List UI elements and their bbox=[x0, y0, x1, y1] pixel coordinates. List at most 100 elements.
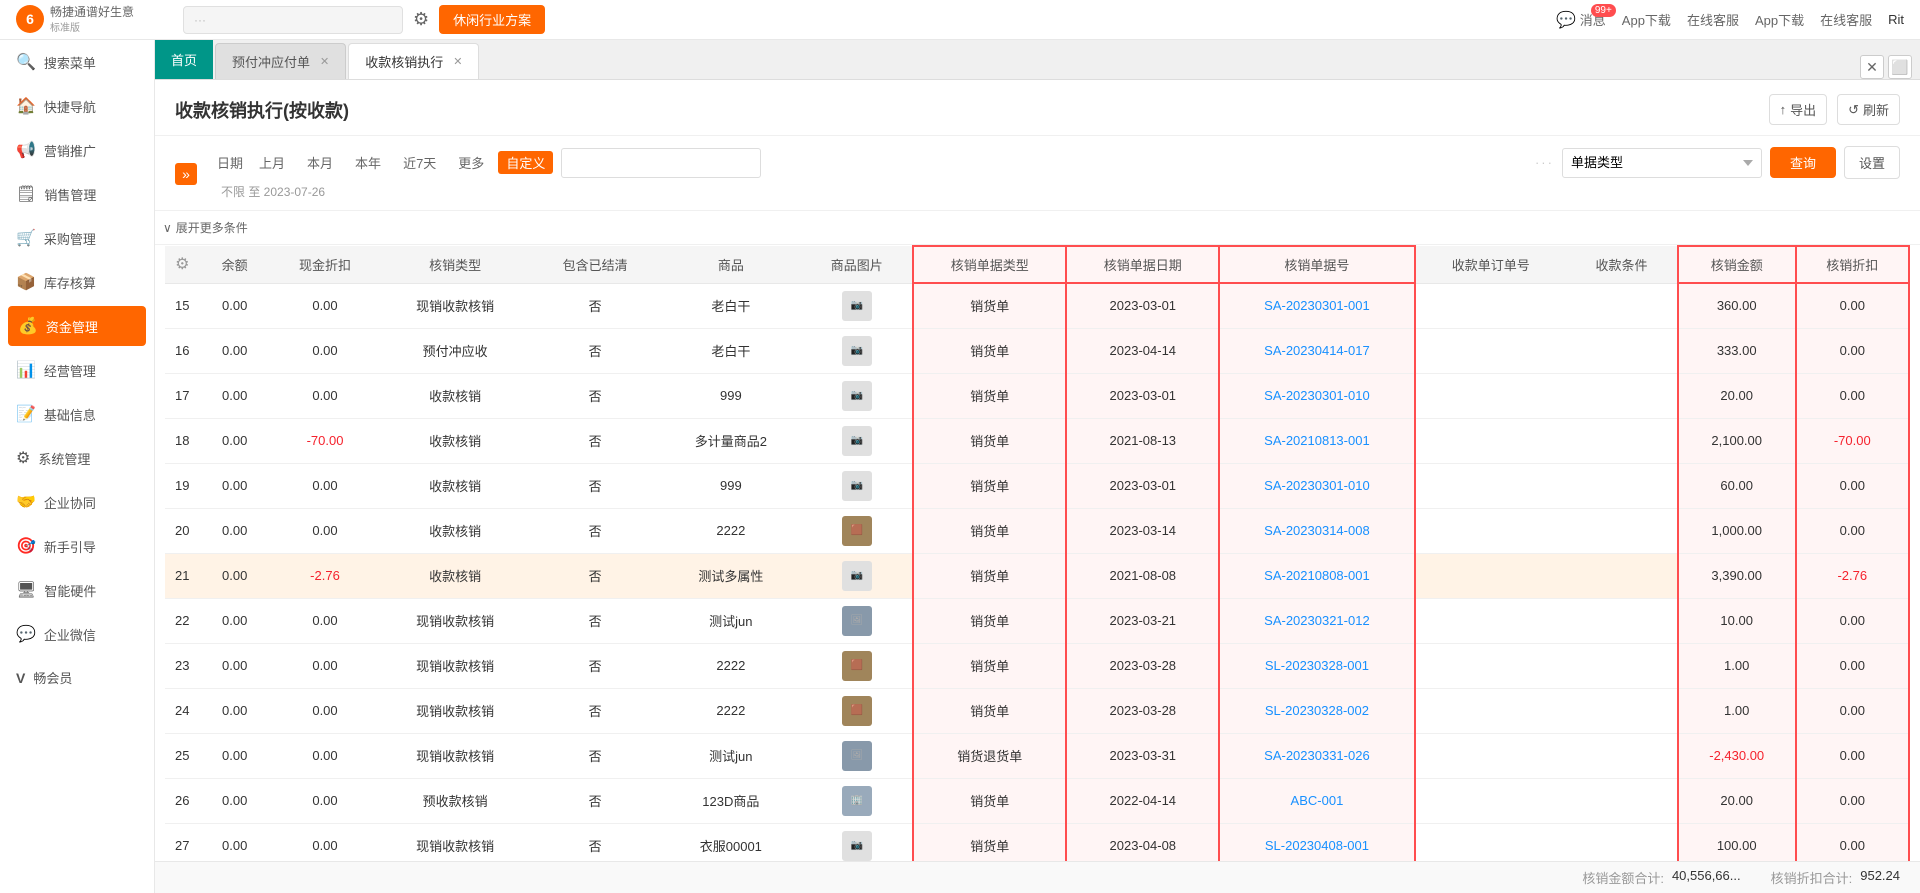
date-tag-custom[interactable]: 自定义 bbox=[498, 151, 553, 174]
th-cancel-type: 核销类型 bbox=[380, 246, 530, 283]
tab-prepay[interactable]: 预付冲应付单 ✕ bbox=[215, 43, 346, 79]
column-settings-icon[interactable]: ⚙ bbox=[175, 256, 189, 273]
industry-btn[interactable]: 休闲行业方案 bbox=[439, 5, 545, 34]
total-discount-label: 核销折扣合计: bbox=[1771, 868, 1853, 887]
date-tag-this-month[interactable]: 本月 bbox=[299, 151, 341, 174]
sidebar-item-finance[interactable]: 💰 资金管理 bbox=[8, 306, 146, 346]
cancel-number-link[interactable]: SL-20230328-002 bbox=[1265, 703, 1369, 718]
sidebar-item-purchase[interactable]: 🛒 采购管理 bbox=[0, 216, 154, 260]
cancel-amount-cell: 10.00 bbox=[1678, 598, 1796, 643]
goods-cell: 老白干 bbox=[660, 283, 801, 328]
close-tab-btn[interactable]: ✕ bbox=[1860, 55, 1884, 79]
cancel-type-cell: 收款核销 bbox=[380, 373, 530, 418]
sidebar-label-wechat: 企业微信 bbox=[44, 625, 96, 644]
page-content: 收款核销执行(按收款) ↑ 导出 ↺ 刷新 » bbox=[155, 80, 1920, 893]
export-btn[interactable]: ↑ 导出 bbox=[1769, 94, 1828, 125]
cancel-number-link[interactable]: SA-20230314-008 bbox=[1264, 523, 1370, 538]
cancel-number-link[interactable]: ABC-001 bbox=[1291, 793, 1344, 808]
cancel-voucher-type-cell: 销货单 bbox=[913, 688, 1066, 733]
refresh-btn[interactable]: ↺ 刷新 bbox=[1837, 94, 1900, 125]
tab-prepay-close[interactable]: ✕ bbox=[320, 55, 329, 68]
sidebar-item-operations[interactable]: 📊 经营管理 bbox=[0, 348, 154, 392]
sidebar-item-search[interactable]: 🔍 搜索菜单 bbox=[0, 40, 154, 84]
search-placeholder-text: ··· bbox=[194, 13, 206, 27]
th-cash-discount: 现金折扣 bbox=[270, 246, 380, 283]
sidebar-item-hardware[interactable]: 🖥 智能硬件 bbox=[0, 568, 154, 612]
cancel-date-cell: 2023-04-14 bbox=[1066, 328, 1219, 373]
maximize-tab-btn[interactable]: ⬜ bbox=[1888, 55, 1912, 79]
date-tag-last-month[interactable]: 上月 bbox=[251, 151, 293, 174]
sidebar-item-basic[interactable]: 📝 基础信息 bbox=[0, 392, 154, 436]
app-download-link[interactable]: App下载 bbox=[1622, 10, 1671, 29]
cancel-number-link[interactable]: SL-20230408-001 bbox=[1265, 838, 1369, 853]
cancel-discount-cell: 0.00 bbox=[1796, 463, 1909, 508]
expand-icon: ∨ bbox=[163, 221, 172, 235]
cancel-voucher-type-cell: 销货单 bbox=[913, 418, 1066, 463]
sidebar-item-marketing[interactable]: 📢 营销推广 bbox=[0, 128, 154, 172]
online-service-link[interactable]: 在线客服 bbox=[1687, 10, 1739, 29]
sidebar-collapse-btn[interactable]: » bbox=[175, 163, 197, 185]
expand-row: ∨ 展开更多条件 bbox=[155, 211, 1920, 245]
tab-bar: 首页 预付冲应付单 ✕ 收款核销执行 ✕ ✕ ⬜ bbox=[155, 40, 1920, 80]
online-service-text[interactable]: 在线客服 bbox=[1820, 10, 1872, 29]
cancel-number-cell: SA-20230301-010 bbox=[1219, 463, 1414, 508]
sidebar-item-wechat[interactable]: 💬 企业微信 bbox=[0, 612, 154, 656]
table-row: 180.00-70.00收款核销否多计量商品2📷销货单2021-08-13SA-… bbox=[165, 418, 1909, 463]
table-cell: 0.00 bbox=[199, 553, 269, 598]
sidebar-label-system: 系统管理 bbox=[38, 449, 90, 468]
cancel-number-link[interactable]: SA-20230301-001 bbox=[1264, 298, 1370, 313]
table-cell: 0.00 bbox=[199, 598, 269, 643]
cancel-number-link[interactable]: SA-20230331-026 bbox=[1264, 748, 1370, 763]
sidebar-item-system[interactable]: ⚙ 系统管理 bbox=[0, 436, 154, 480]
cancel-number-link[interactable]: SA-20210808-001 bbox=[1264, 568, 1370, 583]
sidebar-item-guide[interactable]: 🎯 新手引导 bbox=[0, 524, 154, 568]
cancel-discount-cell: 0.00 bbox=[1796, 508, 1909, 553]
goods-image-cell: 🟫 bbox=[801, 688, 913, 733]
date-tag-7days[interactable]: 近7天 bbox=[395, 151, 444, 174]
cash-discount-cell: 0.00 bbox=[270, 823, 380, 861]
main-content: 首页 预付冲应付单 ✕ 收款核销执行 ✕ ✕ ⬜ 收款核销执行(按收款) bbox=[155, 40, 1920, 893]
date-tag-more[interactable]: 更多 bbox=[450, 151, 492, 174]
app-download-text[interactable]: App下载 bbox=[1755, 10, 1804, 29]
sidebar-item-sales[interactable]: 🗒 销售管理 bbox=[0, 172, 154, 216]
cancel-number-link[interactable]: SA-20230321-012 bbox=[1264, 613, 1370, 628]
table-row: 210.00-2.76收款核销否测试多属性📷销货单2021-08-08SA-20… bbox=[165, 553, 1909, 598]
sidebar-label-inventory: 库存核算 bbox=[44, 273, 96, 292]
sidebar-item-vip[interactable]: V 畅会员 bbox=[0, 656, 154, 699]
cancel-number-link[interactable]: SA-20230414-017 bbox=[1264, 343, 1370, 358]
inventory-icon: 📦 bbox=[16, 272, 36, 292]
sidebar-label-guide: 新手引导 bbox=[44, 537, 96, 556]
th-settings[interactable]: ⚙ bbox=[165, 246, 199, 283]
voucher-type-select[interactable]: 单据类型 bbox=[1562, 148, 1762, 178]
hardware-icon: 🖥 bbox=[16, 580, 36, 600]
cancel-number-link[interactable]: SL-20230328-001 bbox=[1265, 658, 1369, 673]
cancel-number-link[interactable]: SA-20230301-010 bbox=[1264, 478, 1370, 493]
cancel-type-cell: 现销收款核销 bbox=[380, 823, 530, 861]
goods-cell: 测试jun bbox=[660, 598, 801, 643]
cancel-amount-cell: 20.00 bbox=[1678, 778, 1796, 823]
goods-cell: 2222 bbox=[660, 643, 801, 688]
tab-cancel[interactable]: 收款核销执行 ✕ bbox=[348, 43, 479, 79]
cancel-amount-cell: 333.00 bbox=[1678, 328, 1796, 373]
tab-home[interactable]: 首页 bbox=[155, 40, 213, 79]
table-cell: 0.00 bbox=[199, 643, 269, 688]
settings-icon[interactable]: ⚙ bbox=[413, 9, 429, 30]
cancel-number-link[interactable]: SA-20210813-001 bbox=[1264, 433, 1370, 448]
sidebar-item-nav[interactable]: 🏠 快捷导航 bbox=[0, 84, 154, 128]
settings-query-btn[interactable]: 设置 bbox=[1844, 146, 1900, 179]
data-table: ⚙ 余额 现金折扣 核销类型 包含已结清 商品 商品图片 核销单据类型 核销单据… bbox=[165, 245, 1910, 861]
expand-btn[interactable]: ∨ 展开更多条件 bbox=[155, 215, 256, 240]
cancel-type-cell: 预付冲应收 bbox=[380, 328, 530, 373]
include-settled-cell: 否 bbox=[530, 778, 660, 823]
tab-cancel-close[interactable]: ✕ bbox=[453, 55, 462, 68]
query-btn[interactable]: 查询 bbox=[1770, 147, 1836, 178]
sidebar-item-collab[interactable]: 🤝 企业协同 bbox=[0, 480, 154, 524]
message-area[interactable]: 💬 99+ 消息 bbox=[1556, 10, 1606, 30]
cancel-number-link[interactable]: SA-20230301-010 bbox=[1264, 388, 1370, 403]
sidebar-item-inventory[interactable]: 📦 库存核算 bbox=[0, 260, 154, 304]
date-tag-this-year[interactable]: 本年 bbox=[347, 151, 389, 174]
recipient-input[interactable] bbox=[561, 148, 761, 178]
sidebar-label-collab: 企业协同 bbox=[44, 493, 96, 512]
include-settled-cell: 否 bbox=[530, 463, 660, 508]
receipt-order-cell bbox=[1415, 328, 1567, 373]
